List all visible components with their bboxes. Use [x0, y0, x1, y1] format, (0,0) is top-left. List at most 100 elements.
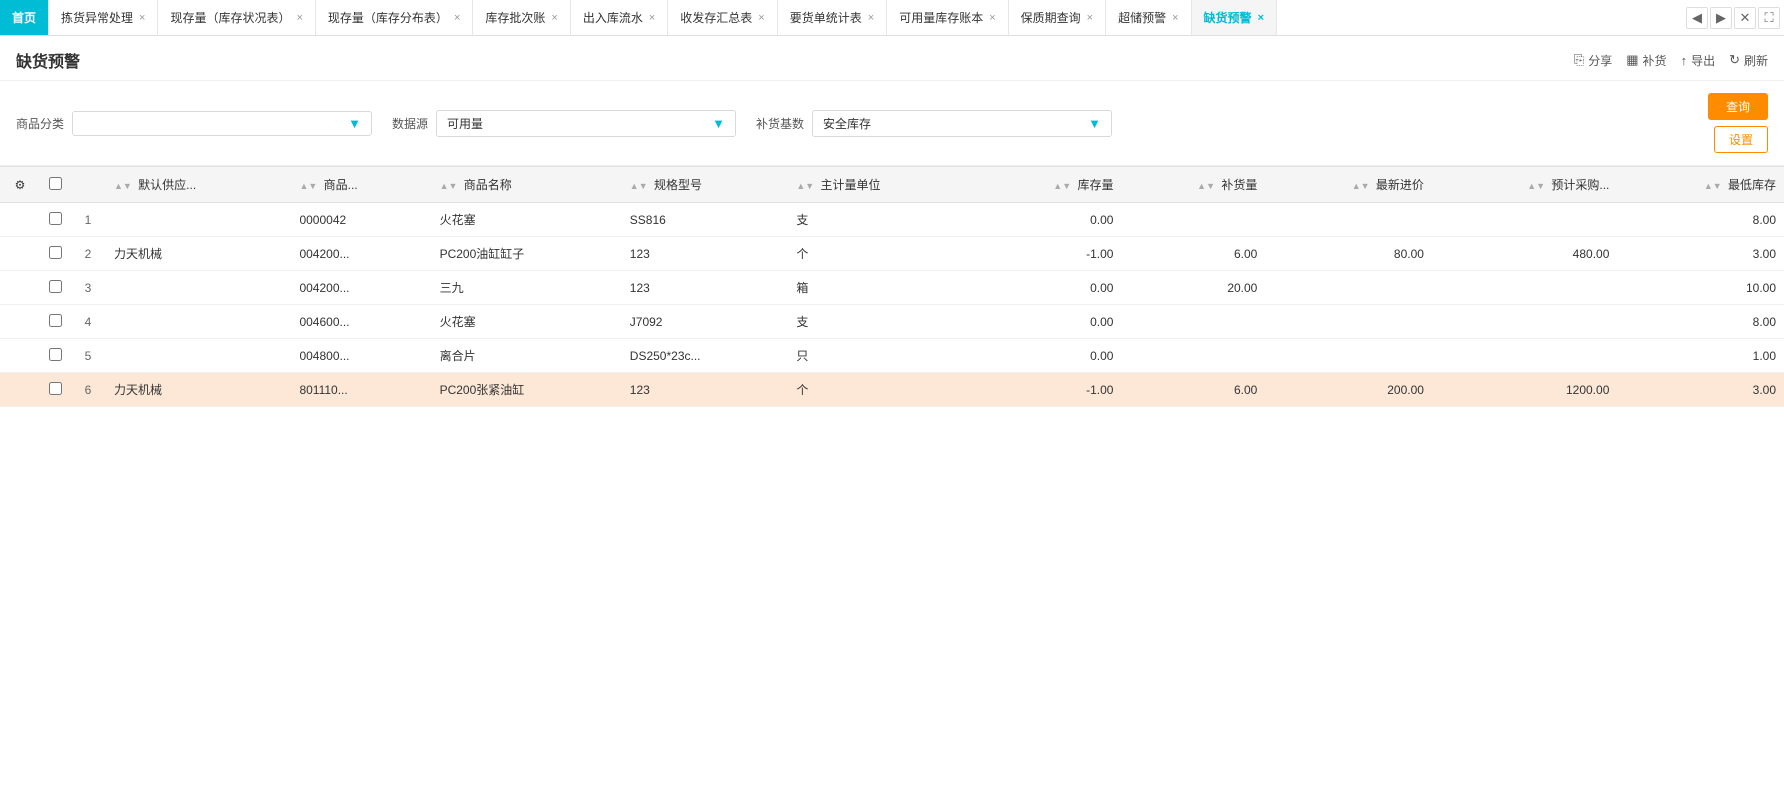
tab-10[interactable]: 超储预警 × — [1106, 0, 1191, 35]
tab-2-close[interactable]: × — [296, 12, 302, 24]
datasource-select[interactable]: 可用量 ▼ — [436, 110, 736, 137]
row-select-checkbox-5[interactable] — [49, 382, 62, 395]
supplier-sort-icon: ▲▼ — [114, 181, 132, 191]
tab-nav-buttons: ◀ ▶ ✕ ⛶ — [1682, 7, 1784, 29]
tab-8[interactable]: 可用量库存账本 × — [887, 0, 1008, 35]
refresh-button[interactable]: ↻ 刷新 — [1729, 52, 1768, 69]
row-checkbox-5[interactable] — [40, 373, 70, 407]
row-checkbox-3[interactable] — [40, 305, 70, 339]
tab-3[interactable]: 现存量（库存分布表） × — [316, 0, 473, 35]
row-spec-0: SS816 — [622, 203, 789, 237]
export-button[interactable]: ↑ 导出 — [1681, 52, 1716, 69]
header-actions: ⎘ 分享 ▦ 补货 ↑ 导出 ↻ 刷新 — [1574, 52, 1768, 69]
datasource-label: 数据源 — [392, 115, 428, 132]
tab-11-label: 缺货预警 — [1204, 9, 1252, 26]
column-unit[interactable]: ▲▼ 主计量单位 — [788, 167, 977, 203]
column-product-name[interactable]: ▲▼ 商品名称 — [432, 167, 622, 203]
tab-home[interactable]: 首页 — [0, 0, 49, 35]
row-product-code-4: 004800... — [291, 339, 431, 373]
tab-6-close[interactable]: × — [758, 12, 764, 24]
row-gear-5 — [0, 373, 40, 407]
replenish-base-label: 补货基数 — [756, 115, 804, 132]
row-select-checkbox-1[interactable] — [49, 246, 62, 259]
row-select-checkbox-3[interactable] — [49, 314, 62, 327]
replenish-button[interactable]: ▦ 补货 — [1626, 52, 1666, 69]
share-icon: ⎘ — [1574, 52, 1584, 68]
row-checkbox-2[interactable] — [40, 271, 70, 305]
row-latest-price-1: 80.00 — [1265, 237, 1432, 271]
column-supplier[interactable]: ▲▼ 默认供应... — [106, 167, 291, 203]
tab-11[interactable]: 缺货预警 × — [1192, 0, 1277, 35]
stock-sort-icon: ▲▼ — [1053, 181, 1071, 191]
column-gear[interactable]: ⚙ — [0, 167, 40, 203]
min-stock-sort-icon: ▲▼ — [1704, 181, 1722, 191]
row-checkbox-1[interactable] — [40, 237, 70, 271]
tab-6[interactable]: 收发存汇总表 × — [668, 0, 777, 35]
row-supplier-1: 力天机械 — [106, 237, 291, 271]
row-min-stock-3: 8.00 — [1617, 305, 1784, 339]
row-index-3: 4 — [70, 305, 106, 339]
query-button[interactable]: 查询 — [1708, 93, 1768, 120]
tab-9-close[interactable]: × — [1087, 12, 1093, 24]
row-unit-2: 箱 — [788, 271, 977, 305]
data-table: ⚙ ▲▼ 默认供应... ▲▼ 商品... ▲▼ 商品 — [0, 166, 1784, 407]
row-select-checkbox-0[interactable] — [49, 212, 62, 225]
tab-11-close[interactable]: × — [1258, 12, 1264, 24]
row-select-checkbox-2[interactable] — [49, 280, 62, 293]
tab-1[interactable]: 拣货异常处理 × — [49, 0, 158, 35]
filter-category-group: 商品分类 ▼ — [16, 111, 372, 136]
row-select-checkbox-4[interactable] — [49, 348, 62, 361]
tab-8-close[interactable]: × — [989, 12, 995, 24]
tab-7-close[interactable]: × — [868, 12, 874, 24]
column-estimated-purchase[interactable]: ▲▼ 预计采购... — [1432, 167, 1617, 203]
row-checkbox-0[interactable] — [40, 203, 70, 237]
tab-prev-button[interactable]: ◀ — [1686, 7, 1708, 29]
select-all-checkbox[interactable] — [49, 177, 62, 190]
replenish-base-select[interactable]: 安全库存 ▼ — [812, 110, 1112, 137]
tab-4[interactable]: 库存批次账 × — [473, 0, 570, 35]
row-estimated-purchase-2 — [1432, 271, 1617, 305]
column-product-code[interactable]: ▲▼ 商品... — [291, 167, 431, 203]
tab-1-close[interactable]: × — [139, 12, 145, 24]
row-replenish-qty-2: 20.00 — [1121, 271, 1265, 305]
row-checkbox-4[interactable] — [40, 339, 70, 373]
share-button[interactable]: ⎘ 分享 — [1574, 52, 1612, 69]
tab-2[interactable]: 现存量（库存状况表） × — [158, 0, 315, 35]
column-latest-price[interactable]: ▲▼ 最新进价 — [1265, 167, 1432, 203]
row-product-code-1: 004200... — [291, 237, 431, 271]
tab-1-label: 拣货异常处理 — [61, 9, 133, 26]
row-index-1: 2 — [70, 237, 106, 271]
replenish-base-chevron-icon: ▼ — [1088, 116, 1101, 131]
share-label: 分享 — [1588, 52, 1612, 69]
column-stock[interactable]: ▲▼ 库存量 — [978, 167, 1122, 203]
row-gear-3 — [0, 305, 40, 339]
filter-datasource-group: 数据源 可用量 ▼ — [392, 110, 736, 137]
row-unit-5: 个 — [788, 373, 977, 407]
tab-5[interactable]: 出入库流水 × — [571, 0, 668, 35]
row-spec-1: 123 — [622, 237, 789, 271]
row-product-name-0: 火花塞 — [432, 203, 622, 237]
replenish-icon: ▦ — [1626, 52, 1638, 68]
tab-9[interactable]: 保质期查询 × — [1009, 0, 1106, 35]
column-spec[interactable]: ▲▼ 规格型号 — [622, 167, 789, 203]
tab-5-close[interactable]: × — [649, 12, 655, 24]
column-replenish-qty[interactable]: ▲▼ 补货量 — [1121, 167, 1265, 203]
tab-next-button[interactable]: ▶ — [1710, 7, 1732, 29]
tab-4-close[interactable]: × — [551, 12, 557, 24]
latest-price-sort-icon: ▲▼ — [1352, 181, 1370, 191]
tab-7[interactable]: 要货单统计表 × — [778, 0, 887, 35]
row-estimated-purchase-5: 1200.00 — [1432, 373, 1617, 407]
row-stock-0: 0.00 — [978, 203, 1122, 237]
row-estimated-purchase-3 — [1432, 305, 1617, 339]
tab-fullscreen-button[interactable]: ⛶ — [1758, 7, 1780, 29]
category-select-value — [83, 116, 340, 130]
tab-close-all-button[interactable]: ✕ — [1734, 7, 1756, 29]
row-supplier-0 — [106, 203, 291, 237]
setting-button[interactable]: 设置 — [1714, 126, 1768, 153]
category-select[interactable]: ▼ — [72, 111, 372, 136]
row-unit-1: 个 — [788, 237, 977, 271]
column-min-stock[interactable]: ▲▼ 最低库存 — [1617, 167, 1784, 203]
tab-10-close[interactable]: × — [1172, 12, 1178, 24]
category-label: 商品分类 — [16, 115, 64, 132]
tab-3-close[interactable]: × — [454, 12, 460, 24]
